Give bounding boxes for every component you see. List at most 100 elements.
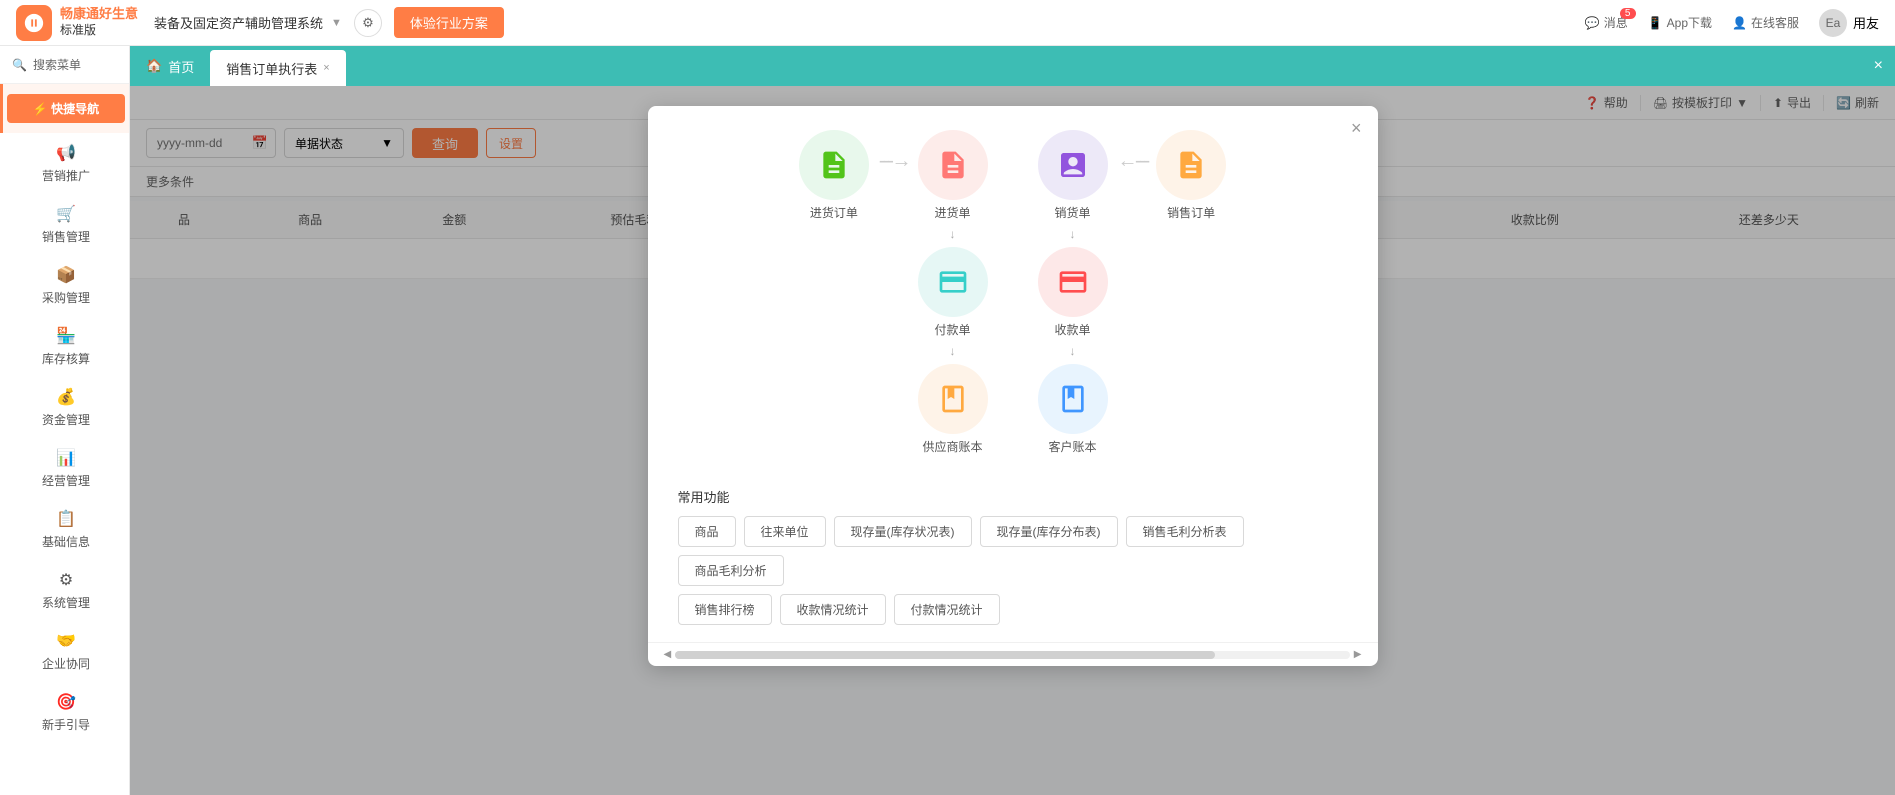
newbie-label: 新手引导: [42, 716, 90, 733]
message-button[interactable]: 💬 消息 5: [1585, 14, 1628, 31]
settings-button[interactable]: ⚙: [354, 9, 382, 37]
tab-sales-order-label: 销售订单执行表: [226, 59, 317, 78]
modal-overlay: × 进货订单: [130, 86, 1895, 795]
logo-sub: 标准版: [60, 23, 138, 39]
sidebar-item-enterprise[interactable]: 🤝 企业协同: [0, 621, 129, 682]
func-btn-receipt-stat[interactable]: 收款情况统计: [780, 594, 886, 625]
func-btn-goods-profit[interactable]: 商品毛利分析: [678, 555, 784, 586]
common-func-title: 常用功能: [678, 487, 1348, 506]
newbie-icon: 🎯: [56, 692, 76, 712]
purchase-label: 采购管理: [42, 289, 90, 306]
system-label: 系统管理: [42, 594, 90, 611]
logo-brand: 畅康通好生意: [60, 6, 138, 23]
enterprise-icon: 🤝: [56, 631, 76, 651]
tab-home[interactable]: 🏠 首页: [130, 46, 210, 86]
purchase-bill-label: 进货单: [934, 204, 970, 221]
flow-node-sale-order: 销售订单: [1156, 130, 1226, 221]
func-buttons-row1: 商品 往来单位 现存量(库存状况表) 现存量(库存分布表) 销售毛利分析表 商品…: [678, 516, 1348, 586]
inventory-label: 库存核算: [42, 350, 90, 367]
tab-sales-order[interactable]: 销售订单执行表 ×: [210, 50, 345, 86]
basic-icon: 📋: [56, 509, 76, 529]
content-area: 🏠 首页 销售订单执行表 × × ❓ 帮助: [130, 46, 1895, 795]
finance-label: 资金管理: [42, 411, 90, 428]
sidebar-item-finance[interactable]: 💰 资金管理: [0, 377, 129, 438]
func-btn-sales-profit[interactable]: 销售毛利分析表: [1126, 516, 1244, 547]
func-btn-sales-rank[interactable]: 销售排行榜: [678, 594, 772, 625]
sale-order-label: 销售订单: [1167, 204, 1215, 221]
search-menu[interactable]: 🔍 搜索菜单: [0, 46, 129, 84]
sidebar-item-quick-nav[interactable]: ⚡ 快捷导航: [0, 84, 129, 133]
scroll-right-arrow[interactable]: ▶: [1354, 649, 1362, 660]
func-btn-goods[interactable]: 商品: [678, 516, 736, 547]
sidebar-item-newbie[interactable]: 🎯 新手引导: [0, 682, 129, 743]
scroll-left-arrow[interactable]: ◀: [664, 649, 672, 660]
purchase-order-label: 进货订单: [810, 204, 858, 221]
customer-ledger-label: 客户账本: [1048, 438, 1096, 455]
modal-close-button[interactable]: ×: [1351, 118, 1362, 139]
payment-icon: [918, 247, 988, 317]
top-bar-right: 💬 消息 5 📱 App下载 👤 在线客服 Ea 用友: [1585, 9, 1879, 37]
receipt-icon: [1038, 247, 1108, 317]
inventory-icon: 🏪: [56, 326, 76, 346]
logo-text: 畅康通好生意 标准版: [60, 6, 138, 38]
message-badge: 5: [1620, 8, 1636, 19]
arrow-2: ← - - -: [1118, 130, 1147, 173]
arrow-1: - - - →: [879, 130, 908, 173]
func-btn-stock-dist[interactable]: 现存量(库存分布表): [980, 516, 1118, 547]
sidebar-item-operation[interactable]: 📊 经营管理: [0, 438, 129, 499]
close-all-button[interactable]: ×: [1874, 57, 1895, 75]
purchase-icon: 📦: [56, 265, 76, 285]
tab-bar: 🏠 首页 销售订单执行表 × ×: [130, 46, 1895, 86]
app-download-button[interactable]: 📱 App下载: [1648, 14, 1712, 31]
sale-order-icon: [1156, 130, 1226, 200]
sidebar-item-inventory[interactable]: 🏪 库存核算: [0, 316, 129, 377]
arrow-down-3: ↓: [1070, 225, 1076, 243]
message-icon: 💬: [1585, 16, 1600, 30]
page-content: ❓ 帮助 🖨 按模板打印 ▼ ⬆ 导出: [130, 86, 1895, 795]
arrow-down-2: ↓: [950, 342, 956, 360]
func-btn-partner[interactable]: 往来单位: [744, 516, 826, 547]
sidebar-item-basic[interactable]: 📋 基础信息: [0, 499, 129, 560]
supplier-ledger-icon: [918, 364, 988, 434]
sidebar: 🔍 搜索菜单 ⚡ 快捷导航 📢 营销推广 🛒 销售管理 📦 采购管理 🏪 库存核…: [0, 46, 130, 795]
system-dropdown-arrow[interactable]: ▼: [331, 17, 342, 29]
sales-icon: 🛒: [56, 204, 76, 224]
system-name: 装备及固定资产辅助管理系统: [154, 13, 323, 32]
logo-area: 畅康通好生意 标准版: [16, 5, 138, 41]
scroll-track[interactable]: [675, 651, 1350, 659]
flow-diagram: 进货订单 - - - →: [678, 130, 1348, 455]
marketing-label: 营销推广: [42, 167, 90, 184]
modal-body: 进货订单 - - - →: [648, 106, 1378, 642]
scroll-thumb: [675, 651, 1215, 659]
avatar: Ea: [1819, 9, 1847, 37]
sales-label: 销售管理: [42, 228, 90, 245]
service-icon: 👤: [1732, 16, 1747, 30]
tab-close-icon[interactable]: ×: [323, 62, 329, 74]
common-functions: 常用功能 商品 往来单位 现存量(库存状况表) 现存量(库存分布表) 销售毛利分…: [678, 479, 1348, 633]
sidebar-item-purchase[interactable]: 📦 采购管理: [0, 255, 129, 316]
sidebar-item-marketing[interactable]: 📢 营销推广: [0, 133, 129, 194]
top-bar: 畅康通好生意 标准版 装备及固定资产辅助管理系统 ▼ ⚙ 体验行业方案 💬 消息…: [0, 0, 1895, 46]
payment-label: 付款单: [934, 321, 970, 338]
func-btn-payment-stat[interactable]: 付款情况统计: [894, 594, 1000, 625]
arrow-down-1: ↓: [950, 225, 956, 243]
flow-node-purchase-order: 进货订单: [799, 130, 869, 221]
enterprise-label: 企业协同: [42, 655, 90, 672]
trial-button[interactable]: 体验行业方案: [394, 7, 504, 38]
sidebar-item-sales[interactable]: 🛒 销售管理: [0, 194, 129, 255]
home-icon: 🏠: [146, 58, 162, 74]
online-service-button[interactable]: 👤 在线客服: [1732, 14, 1799, 31]
purchase-bill-icon: [918, 130, 988, 200]
user-area[interactable]: Ea 用友: [1819, 9, 1879, 37]
search-menu-label: 搜索菜单: [33, 56, 81, 73]
receipt-label: 收款单: [1054, 321, 1090, 338]
marketing-icon: 📢: [56, 143, 76, 163]
sidebar-item-system[interactable]: ⚙ 系统管理: [0, 560, 129, 621]
modal-scroll: ◀ ▶: [648, 642, 1378, 666]
online-service-label: 在线客服: [1751, 14, 1799, 31]
app-icon: 📱: [1648, 16, 1663, 30]
quick-nav-label: ⚡ 快捷导航: [7, 94, 125, 123]
func-btn-stock-status[interactable]: 现存量(库存状况表): [834, 516, 972, 547]
sale-bill-label: 销货单: [1054, 204, 1090, 221]
app-wrapper: 畅康通好生意 标准版 装备及固定资产辅助管理系统 ▼ ⚙ 体验行业方案 💬 消息…: [0, 0, 1895, 795]
